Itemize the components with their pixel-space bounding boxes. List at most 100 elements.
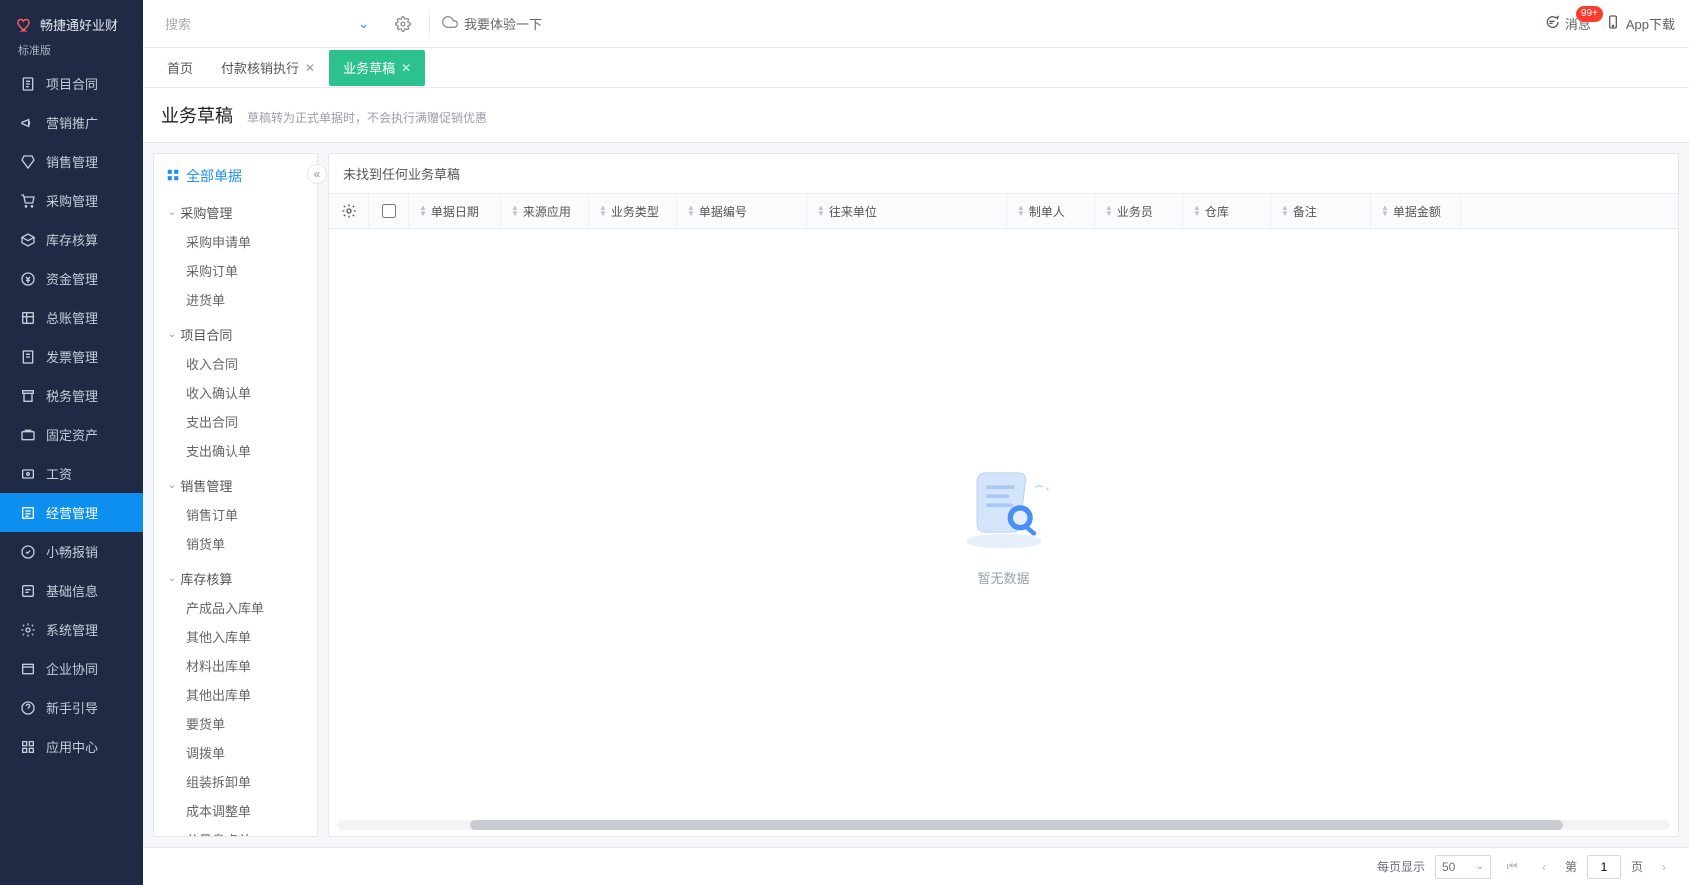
column-label: 业务员 — [1117, 203, 1153, 220]
tax-icon — [20, 388, 36, 404]
tree-item[interactable]: 其他出库单 — [154, 680, 317, 709]
nav-item-ledger[interactable]: 总账管理 — [0, 298, 143, 337]
nav-item-label: 小畅报销 — [46, 542, 98, 561]
nav-item-system[interactable]: 系统管理 — [0, 610, 143, 649]
tree-item[interactable]: 要货单 — [154, 709, 317, 738]
nav-item-megaphone[interactable]: 营销推广 — [0, 103, 143, 142]
tree-item[interactable]: 收入确认单 — [154, 378, 317, 407]
pager-first-button[interactable]: ⏮ — [1501, 856, 1523, 878]
brand-title: 畅捷通好业财 — [40, 15, 118, 34]
nav-item-label: 发票管理 — [46, 347, 98, 366]
horizontal-scrollbar[interactable] — [337, 820, 1670, 830]
report-icon — [20, 544, 36, 560]
tree-group-label: 项目合同 — [180, 325, 232, 344]
collapse-panel-button[interactable]: « — [307, 164, 327, 184]
tree-item[interactable]: 收入合同 — [154, 349, 317, 378]
guide-icon — [20, 700, 36, 716]
nav-item-label: 企业协同 — [46, 659, 98, 678]
per-page-select[interactable]: 50 ⌄ — [1435, 855, 1491, 879]
tree-group: ⌄项目合同收入合同收入确认单支出合同支出确认单 — [154, 314, 317, 465]
tree-item[interactable]: 采购订单 — [154, 256, 317, 285]
tree-group-title[interactable]: ⌄库存核算 — [154, 564, 317, 593]
tab[interactable]: 业务草稿✕ — [329, 50, 425, 86]
nav-item-diamond[interactable]: 销售管理 — [0, 142, 143, 181]
nav-item-report[interactable]: 小畅报销 — [0, 532, 143, 571]
column-header-maker[interactable]: ▲▼制单人 — [1007, 194, 1095, 228]
topbar-download-button[interactable]: App下载 — [1605, 14, 1675, 33]
column-header-source[interactable]: ▲▼来源应用 — [501, 194, 589, 228]
column-header-remark[interactable]: ▲▼备注 — [1271, 194, 1371, 228]
nav-item-label: 系统管理 — [46, 620, 98, 639]
tree-item[interactable]: 分量盘点单 — [154, 825, 317, 836]
tree-item[interactable]: 其他入库单 — [154, 622, 317, 651]
nav-item-tax[interactable]: 税务管理 — [0, 376, 143, 415]
nav-item-asset[interactable]: 固定资产 — [0, 415, 143, 454]
tree-group-title[interactable]: ⌄项目合同 — [154, 320, 317, 349]
nav-item-box[interactable]: 库存核算 — [0, 220, 143, 259]
empty-illustration-icon — [949, 462, 1059, 552]
tree-item[interactable]: 产成品入库单 — [154, 593, 317, 622]
column-header-biztype[interactable]: ▲▼业务类型 — [589, 194, 677, 228]
column-header-date[interactable]: ▲▼单据日期 — [409, 194, 501, 228]
column-header-warehouse[interactable]: ▲▼仓库 — [1183, 194, 1271, 228]
tab[interactable]: 首页 — [153, 50, 207, 86]
search-dropdown[interactable]: 搜索 ⌄ — [157, 9, 377, 39]
nav-item-collab[interactable]: 企业协同 — [0, 649, 143, 688]
column-label: 备注 — [1293, 203, 1317, 220]
sort-icon: ▲▼ — [511, 205, 519, 217]
column-header-salesman[interactable]: ▲▼业务员 — [1095, 194, 1183, 228]
tree-item[interactable]: 支出合同 — [154, 407, 317, 436]
try-experience-button[interactable]: 我要体验一下 — [442, 14, 542, 33]
close-icon[interactable]: ✕ — [305, 61, 315, 75]
content: « 全部单据 ⌄采购管理采购申请单采购订单进货单⌄项目合同收入合同收入确认单支出… — [143, 143, 1689, 847]
topbar-message-button[interactable]: 消息99+ — [1544, 14, 1591, 33]
invoice-icon — [20, 349, 36, 365]
table-settings-button[interactable] — [329, 194, 369, 228]
tree-item[interactable]: 进货单 — [154, 285, 317, 314]
page-subtitle: 草稿转为正式单据时，不会执行满赠促销优惠 — [247, 109, 487, 126]
left-panel-header[interactable]: 全部单据 — [154, 154, 317, 192]
message-icon — [1544, 14, 1560, 33]
tree-item[interactable]: 成本调整单 — [154, 796, 317, 825]
column-header-docno[interactable]: ▲▼单据编号 — [677, 194, 807, 228]
nav-item-money[interactable]: 资金管理 — [0, 259, 143, 298]
download-icon — [1605, 14, 1621, 33]
nav-item-contract[interactable]: 项目合同 — [0, 64, 143, 103]
pager-prev-button[interactable]: ‹ — [1533, 856, 1555, 878]
tree-item[interactable]: 组装拆卸单 — [154, 767, 317, 796]
tab-label: 首页 — [167, 58, 193, 77]
select-all-checkbox[interactable] — [382, 204, 396, 218]
column-header-amount[interactable]: ▲▼单据金额 — [1371, 194, 1461, 228]
scrollbar-thumb[interactable] — [470, 820, 1563, 830]
nav-item-guide[interactable]: 新手引导 — [0, 688, 143, 727]
brand-logo-icon — [16, 15, 34, 33]
pager-next-button[interactable]: › — [1653, 856, 1675, 878]
tree-group: ⌄采购管理采购申请单采购订单进货单 — [154, 192, 317, 314]
tab[interactable]: 付款核销执行✕ — [207, 50, 329, 86]
nav-item-label: 固定资产 — [46, 425, 98, 444]
close-icon[interactable]: ✕ — [401, 61, 411, 75]
nav-item-ops[interactable]: 经营管理 — [0, 493, 143, 532]
tree-item[interactable]: 材料出库单 — [154, 651, 317, 680]
nav-item-cart[interactable]: 采购管理 — [0, 181, 143, 220]
tree-item[interactable]: 支出确认单 — [154, 436, 317, 465]
grid-icon — [166, 168, 180, 185]
nav-item-invoice[interactable]: 发票管理 — [0, 337, 143, 376]
nav-item-info[interactable]: 基础信息 — [0, 571, 143, 610]
tree-item[interactable]: 采购申请单 — [154, 227, 317, 256]
tree-group-title[interactable]: ⌄采购管理 — [154, 198, 317, 227]
tree-group-title[interactable]: ⌄销售管理 — [154, 471, 317, 500]
badge: 99+ — [1576, 6, 1603, 22]
tree-item[interactable]: 销售订单 — [154, 500, 317, 529]
page-number-input[interactable] — [1587, 855, 1621, 879]
tree-item[interactable]: 调拨单 — [154, 738, 317, 767]
megaphone-icon — [20, 115, 36, 131]
search-placeholder: 搜索 — [165, 14, 191, 33]
tree-item[interactable]: 销货单 — [154, 529, 317, 558]
nav-item-apps[interactable]: 应用中心 — [0, 727, 143, 766]
ledger-icon — [20, 310, 36, 326]
column-header-partner[interactable]: ▲▼往来单位 — [807, 194, 1007, 228]
nav-item-payroll[interactable]: 工资 — [0, 454, 143, 493]
nav-item-label: 总账管理 — [46, 308, 98, 327]
settings-icon[interactable] — [389, 10, 417, 38]
